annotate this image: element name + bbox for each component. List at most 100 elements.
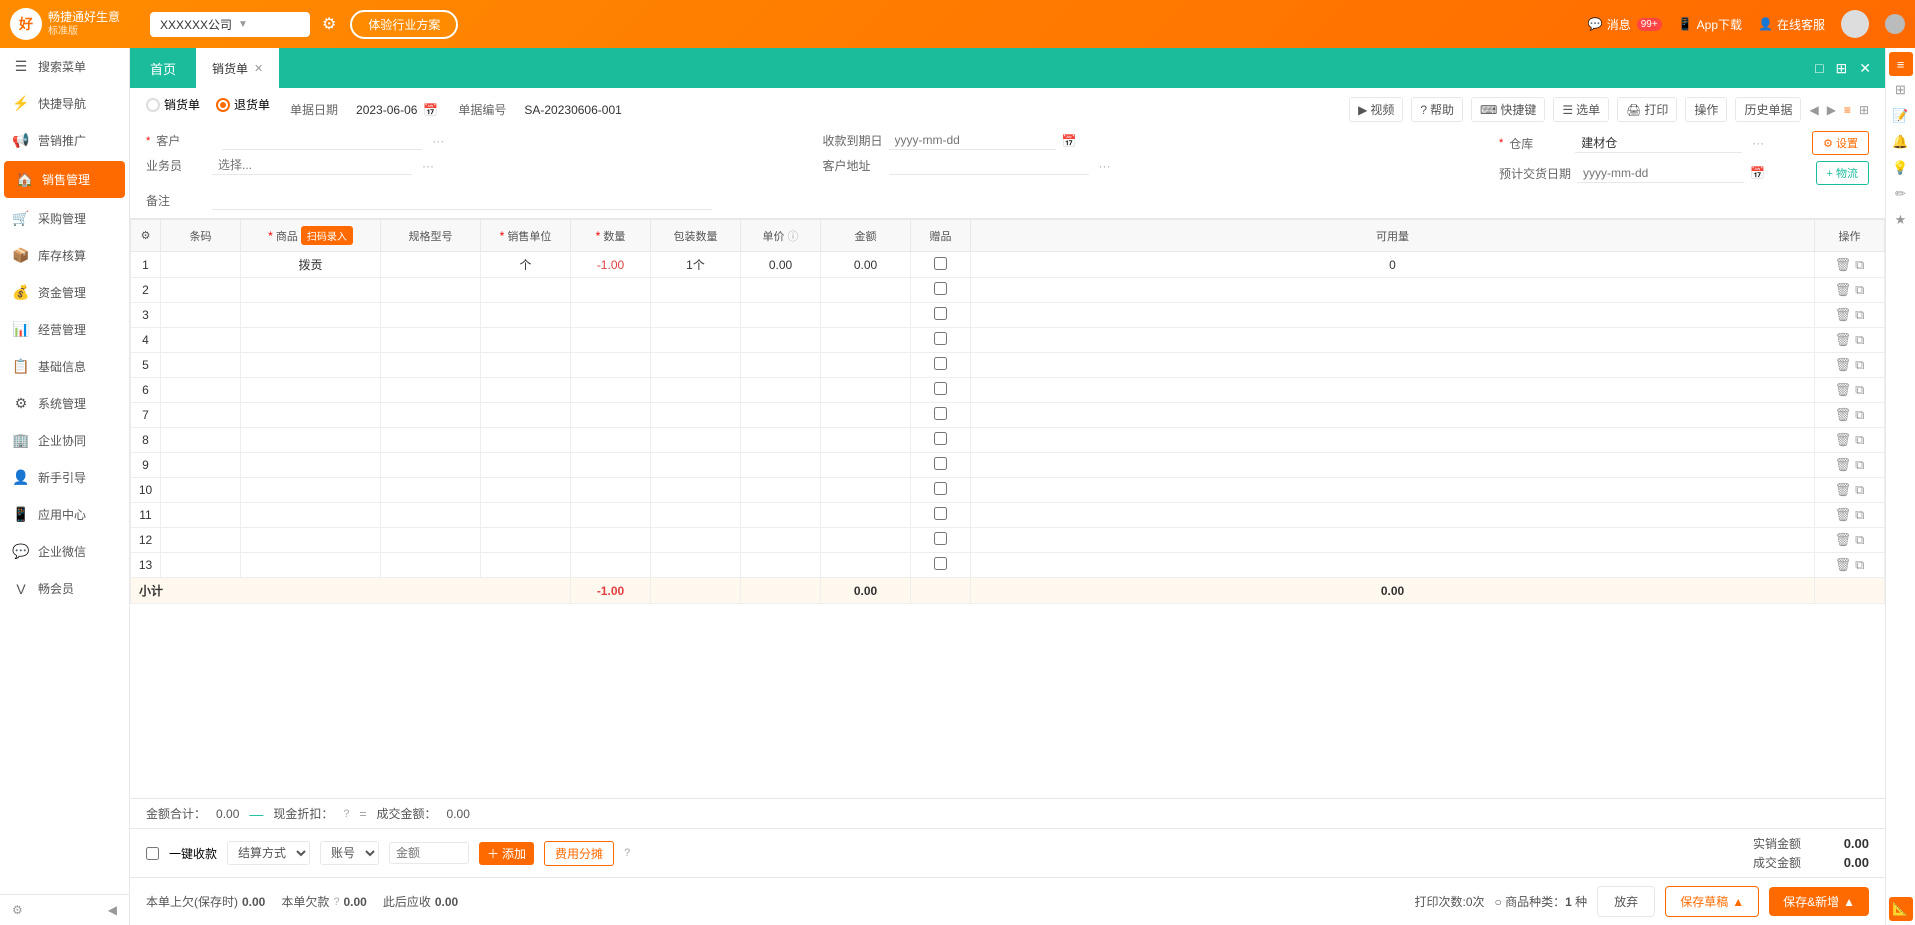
save-new-btn[interactable]: 保存&新增 ▲: [1769, 887, 1869, 916]
customer-dots-icon[interactable]: ···: [432, 134, 444, 148]
salesman-input[interactable]: [212, 156, 412, 175]
tab-grid-icon[interactable]: ⊞: [1832, 56, 1852, 81]
operation-btn[interactable]: 操作: [1685, 97, 1727, 122]
delete-row-btn-13[interactable]: 🗑: [1835, 557, 1852, 573]
sidebar-item-inventory[interactable]: 📦 库存核算: [0, 237, 129, 274]
list-view-icon[interactable]: ≡: [1844, 103, 1851, 117]
sidebar-item-quick-nav[interactable]: ⚡ 快捷导航: [0, 85, 129, 122]
copy-row-btn-6[interactable]: ⧉: [1855, 382, 1864, 398]
sidebar-item-search[interactable]: ☰ 搜索菜单: [0, 48, 129, 85]
copy-row-btn-13[interactable]: ⧉: [1855, 557, 1864, 573]
copy-row-btn-1[interactable]: ⧉: [1855, 257, 1864, 273]
right-panel-grid-icon[interactable]: ⊞: [1889, 78, 1913, 102]
sidebar-item-enterprise[interactable]: 🏢 企业协同: [0, 422, 129, 459]
gift-checkbox-4[interactable]: [934, 332, 947, 345]
warehouse-input[interactable]: [1575, 134, 1742, 153]
delete-row-btn-1[interactable]: 🗑: [1835, 257, 1852, 273]
remarks-input[interactable]: [212, 191, 712, 210]
radio-sales[interactable]: 销货单: [146, 96, 200, 113]
sidebar-item-sales[interactable]: 🏠 销售管理: [4, 161, 125, 198]
add-payment-btn[interactable]: ＋ 添加: [479, 842, 534, 865]
warehouse-dots-icon[interactable]: ···: [1752, 136, 1764, 150]
delete-row-btn-11[interactable]: 🗑: [1835, 507, 1852, 523]
tab-close-icon[interactable]: ✕: [254, 62, 263, 75]
select-btn[interactable]: ☰ 选单: [1553, 97, 1609, 122]
logistics-btn[interactable]: + 物流: [1816, 161, 1869, 185]
receive-date-input[interactable]: [889, 131, 1056, 150]
delete-row-btn-6[interactable]: 🗑: [1835, 382, 1852, 398]
avatar[interactable]: [1841, 10, 1869, 38]
delete-row-btn-7[interactable]: 🗑: [1835, 407, 1852, 423]
doc-settings-btn[interactable]: ⚙ 设置: [1812, 131, 1869, 155]
sidebar-item-newuser[interactable]: 👤 新手引导: [0, 459, 129, 496]
expense-split-btn[interactable]: 费用分摊: [544, 841, 614, 866]
tab-close-all-icon[interactable]: ✕: [1855, 56, 1875, 81]
gift-checkbox-2[interactable]: [934, 282, 947, 295]
discard-btn[interactable]: 放弃: [1597, 886, 1655, 917]
gift-checkbox-11[interactable]: [934, 507, 947, 520]
help-btn[interactable]: ? 帮助: [1411, 97, 1463, 122]
message-btn[interactable]: 💬 消息 99+: [1588, 16, 1662, 33]
delete-row-btn-2[interactable]: 🗑: [1835, 282, 1852, 298]
customer-input[interactable]: [222, 131, 422, 150]
service-btn[interactable]: 👤 在线客服: [1758, 16, 1825, 33]
right-panel-star-icon[interactable]: ★: [1889, 208, 1913, 232]
gift-checkbox-6[interactable]: [934, 382, 947, 395]
gift-checkbox-7[interactable]: [934, 407, 947, 420]
gear-bottom-icon[interactable]: ⚙: [12, 903, 23, 917]
calendar-icon[interactable]: 📅: [423, 103, 438, 117]
gift-checkbox-9[interactable]: [934, 457, 947, 470]
price-info-icon[interactable]: ⓘ: [788, 231, 799, 243]
tab-expand-icon[interactable]: □: [1811, 56, 1827, 80]
tab-sales-order[interactable]: 销货单 ✕: [196, 48, 279, 88]
copy-row-btn-3[interactable]: ⧉: [1855, 307, 1864, 323]
salesman-dots-icon[interactable]: ···: [422, 159, 434, 173]
nav-next-icon[interactable]: ▶: [1827, 103, 1836, 117]
gift-checkbox-3[interactable]: [934, 307, 947, 320]
print-btn[interactable]: 🖨 打印: [1617, 97, 1677, 122]
sidebar-item-operations[interactable]: 📊 经营管理: [0, 311, 129, 348]
nav-prev-icon[interactable]: ◀: [1809, 103, 1818, 117]
copy-row-btn-4[interactable]: ⧉: [1855, 332, 1864, 348]
sidebar-item-appstore[interactable]: 📱 应用中心: [0, 496, 129, 533]
tab-home[interactable]: 首页: [130, 48, 196, 88]
copy-row-btn-12[interactable]: ⧉: [1855, 532, 1864, 548]
gift-checkbox-13[interactable]: [934, 557, 947, 570]
gift-checkbox-10[interactable]: [934, 482, 947, 495]
copy-row-btn-2[interactable]: ⧉: [1855, 282, 1864, 298]
history-btn[interactable]: 历史单据: [1735, 97, 1801, 122]
app-download-btn[interactable]: 📱 App下载: [1678, 16, 1742, 33]
right-panel-orange-btn[interactable]: 📐: [1889, 897, 1913, 921]
right-panel-note-icon[interactable]: 📝: [1889, 104, 1913, 128]
gift-checkbox-12[interactable]: [934, 532, 947, 545]
debit-info-icon[interactable]: ?: [333, 896, 339, 908]
one-key-payment-checkbox[interactable]: [146, 847, 159, 860]
customer-addr-input[interactable]: [889, 156, 1089, 175]
radio-return[interactable]: 退货单: [216, 96, 270, 113]
gift-checkbox-5[interactable]: [934, 357, 947, 370]
trial-button[interactable]: 体验行业方案: [350, 10, 458, 39]
right-panel-bulb-icon[interactable]: 💡: [1889, 156, 1913, 180]
copy-row-btn-10[interactable]: ⧉: [1855, 482, 1864, 498]
copy-row-btn-8[interactable]: ⧉: [1855, 432, 1864, 448]
shortcut-btn[interactable]: ⌨ 快捷键: [1471, 97, 1545, 122]
copy-row-btn-9[interactable]: ⧉: [1855, 457, 1864, 473]
grid-view-icon[interactable]: ⊞: [1859, 103, 1869, 117]
sidebar-item-marketing[interactable]: 📢 营销推广: [0, 122, 129, 159]
delete-row-btn-9[interactable]: 🗑: [1835, 457, 1852, 473]
collapse-icon[interactable]: ◀: [108, 903, 117, 917]
expected-date-input[interactable]: [1577, 164, 1744, 183]
expense-info-icon[interactable]: ?: [624, 847, 630, 859]
product-type-icon[interactable]: ○: [1495, 895, 1502, 909]
sidebar-item-basic[interactable]: 📋 基础信息: [0, 348, 129, 385]
copy-row-btn-7[interactable]: ⧉: [1855, 407, 1864, 423]
delete-row-btn-12[interactable]: 🗑: [1835, 532, 1852, 548]
sidebar-item-purchase[interactable]: 🛒 采购管理: [0, 200, 129, 237]
sidebar-item-finance[interactable]: 💰 资金管理: [0, 274, 129, 311]
save-draft-btn[interactable]: 保存草稿 ▲: [1665, 886, 1759, 917]
sidebar-item-system[interactable]: ⚙ 系统管理: [0, 385, 129, 422]
right-panel-list-icon[interactable]: ≡: [1889, 52, 1913, 76]
right-panel-edit-icon[interactable]: ✏: [1889, 182, 1913, 206]
delete-row-btn-10[interactable]: 🗑: [1835, 482, 1852, 498]
company-selector[interactable]: XXXXXX公司 ▼: [150, 12, 310, 37]
